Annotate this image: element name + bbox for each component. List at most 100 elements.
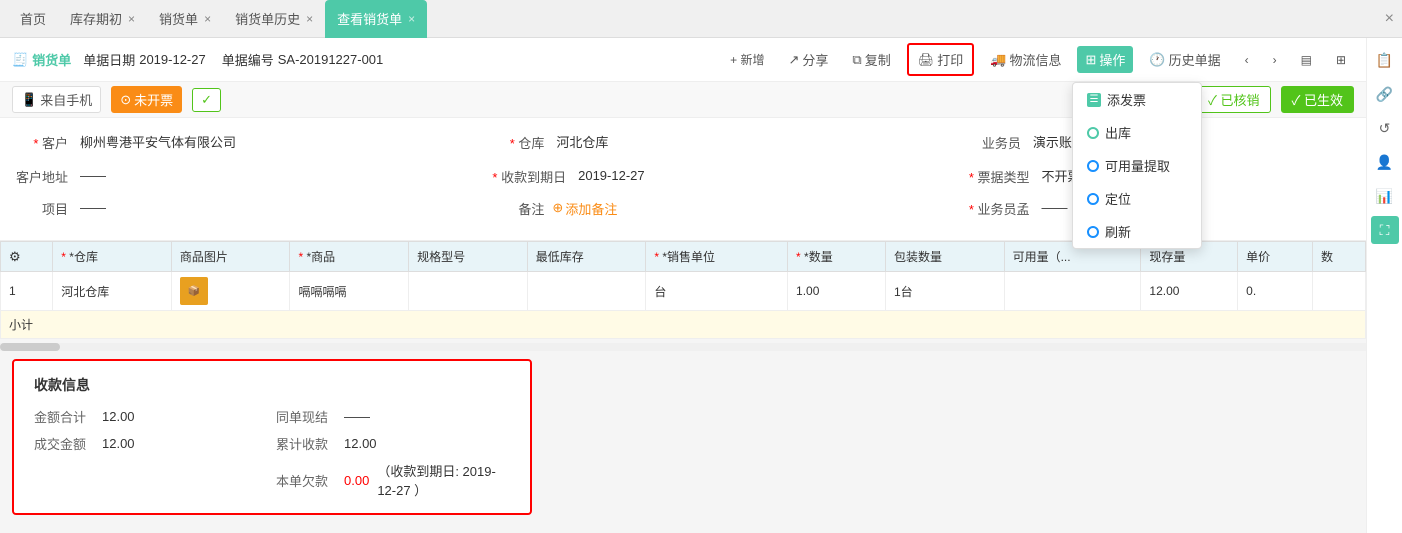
- row-pack-qty: 1台: [885, 272, 1004, 311]
- col-price: 单价: [1238, 242, 1313, 272]
- same-order-item: 同单现结 ——: [276, 407, 510, 426]
- col-spec: 规格型号: [409, 242, 528, 272]
- notes-label: 备注: [492, 199, 552, 218]
- horizontal-scrollbar[interactable]: [0, 343, 1366, 351]
- doc-type-label: 🧾 销货单: [12, 50, 71, 69]
- outbound-icon: [1087, 127, 1099, 139]
- doc-number-value: SA-20191227-001: [278, 52, 384, 67]
- share-button[interactable]: ↗ 分享: [781, 46, 837, 73]
- row-warehouse[interactable]: 河北仓库: [53, 272, 172, 311]
- payment-date-label: 收款到期日: [492, 167, 574, 186]
- warehouse-label: 仓库: [492, 133, 552, 152]
- subtotal-label: 小计: [1, 311, 1366, 339]
- window-close-button[interactable]: ×: [1385, 10, 1394, 28]
- right-icon-clipboard[interactable]: 📋: [1371, 46, 1399, 74]
- col-warehouse: *仓库: [53, 242, 172, 272]
- total-amount-label: 金额合计: [34, 407, 94, 426]
- right-icon-link[interactable]: 🔗: [1371, 80, 1399, 108]
- tab-view-sales[interactable]: 查看销货单 ×: [325, 0, 427, 38]
- layout1-button[interactable]: ▤: [1293, 49, 1320, 71]
- copy-button[interactable]: ⧉ 复制: [844, 46, 898, 73]
- print-button[interactable]: 🖨 打印: [910, 46, 972, 73]
- warehouse-value[interactable]: 河北仓库: [552, 130, 612, 154]
- transaction-amount-value: 12.00: [102, 436, 135, 451]
- dropdown-refresh[interactable]: 刷新: [1073, 215, 1201, 248]
- history-button[interactable]: 🕐 历史单据: [1141, 46, 1228, 73]
- layout2-button[interactable]: ⊞: [1328, 49, 1354, 71]
- staff-label: 业务员: [969, 133, 1029, 152]
- payment-grid: 金额合计 12.00 同单现结 —— 成交金额 12.00 累计收款 12.00…: [34, 407, 510, 499]
- due-date-note: （收款到期日: 2019-12-27 ）: [377, 461, 510, 499]
- col-gear[interactable]: ⚙: [1, 242, 53, 272]
- scroll-thumb[interactable]: [0, 343, 60, 351]
- next-button[interactable]: ›: [1265, 49, 1285, 71]
- right-icon-user[interactable]: 👤: [1371, 148, 1399, 176]
- row-min-stock: [527, 272, 646, 311]
- add-note-plus-icon: ⊕: [552, 200, 563, 216]
- close-history-tab[interactable]: ×: [306, 12, 313, 26]
- dropdown-add-invoice[interactable]: ☰ 添发票: [1073, 83, 1201, 116]
- col-unit: *销售单位: [646, 242, 788, 272]
- row-spec[interactable]: [409, 272, 528, 311]
- customer-group: 客户 柳州粤港平安气体有限公司: [16, 130, 492, 154]
- right-icon-expand[interactable]: ⛶: [1371, 216, 1399, 244]
- tab-inventory-init[interactable]: 库存期初 ×: [58, 0, 147, 38]
- dropdown-outbound[interactable]: 出库: [1073, 116, 1201, 149]
- row-qty[interactable]: 1.00: [788, 272, 886, 311]
- row-price[interactable]: 0.: [1238, 272, 1313, 311]
- tab-home[interactable]: 首页: [8, 0, 58, 38]
- tab-bar: 首页 库存期初 × 销货单 × 销货单历史 × 查看销货单 × ×: [0, 0, 1402, 38]
- print-icon: 🖨: [918, 52, 935, 68]
- copy-icon: ⧉: [852, 52, 861, 68]
- row-product[interactable]: 嗝嗝嗝嗝: [290, 272, 409, 311]
- mobile-icon: 📱: [21, 92, 37, 108]
- product-thumbnail: 📦: [180, 277, 208, 305]
- from-mobile-btn[interactable]: 📱 来自手机: [12, 86, 101, 113]
- doc-date-item: 单据日期 2019-12-27: [83, 50, 206, 69]
- payment-section: 收款信息 金额合计 12.00 同单现结 —— 成交金额 12.00 累计收款 …: [12, 359, 532, 515]
- prev-button[interactable]: ‹: [1237, 49, 1257, 71]
- close-view-sales-tab[interactable]: ×: [408, 12, 415, 26]
- table-area: ⚙ *仓库 商品图片 *商品 规格型号 最低库存 *销售单位 *数量 包装数量 …: [0, 241, 1366, 339]
- checked-btn[interactable]: ✓: [192, 88, 221, 112]
- customer-value[interactable]: 柳州粤港平安气体有限公司: [76, 130, 240, 154]
- close-inventory-tab[interactable]: ×: [128, 12, 135, 26]
- payment-date-value[interactable]: 2019-12-27: [574, 166, 649, 186]
- project-group: 项目 ——: [16, 198, 492, 218]
- right-icon-chart[interactable]: 📊: [1371, 182, 1399, 210]
- new-button[interactable]: + 新增: [722, 47, 772, 72]
- total-amount-item: 金额合计 12.00: [34, 407, 268, 426]
- refresh-icon: [1087, 226, 1099, 238]
- tab-sales-history[interactable]: 销货单历史 ×: [223, 0, 325, 38]
- col-min-stock: 最低库存: [527, 242, 646, 272]
- logistics-icon: 🚚: [990, 52, 1006, 68]
- gear-icon[interactable]: ⚙: [9, 249, 21, 264]
- col-product: *商品: [290, 242, 409, 272]
- operations-button[interactable]: ⊞ 操作: [1077, 46, 1133, 73]
- payment-date-group: 收款到期日 2019-12-27: [492, 166, 968, 186]
- row-current-stock: 12.00: [1141, 272, 1238, 311]
- dropdown-available-qty[interactable]: 可用量提取: [1073, 149, 1201, 182]
- already-cancelled-btn[interactable]: ✓ 已核销: [1197, 86, 1271, 113]
- locate-icon: [1087, 193, 1099, 205]
- salesperson-value: ——: [1038, 198, 1072, 218]
- address-label: 客户地址: [16, 167, 76, 186]
- tab-sales-order[interactable]: 销货单 ×: [147, 0, 223, 38]
- notes-group: 备注 ⊕ 添加备注: [492, 199, 968, 218]
- address-value: ——: [76, 166, 110, 186]
- dropdown-menu: ☰ 添发票 出库 可用量提取 定位 刷新: [1072, 82, 1202, 249]
- not-opened-btn[interactable]: ⊙ 未开票: [111, 86, 182, 113]
- available-qty-icon: [1087, 160, 1099, 172]
- row-unit[interactable]: 台: [646, 272, 788, 311]
- add-note-btn[interactable]: ⊕ 添加备注: [552, 199, 617, 218]
- right-icon-refresh[interactable]: ↺: [1371, 114, 1399, 142]
- already-effective-btn[interactable]: ✓ 已生效: [1281, 86, 1355, 113]
- not-opened-icon: ⊙: [120, 92, 131, 108]
- col-pack-qty: 包装数量: [885, 242, 1004, 272]
- close-sales-tab[interactable]: ×: [204, 12, 211, 26]
- total-amount-value: 12.00: [102, 409, 135, 424]
- cumulative-receipt-value: 12.00: [344, 436, 377, 451]
- logistics-button[interactable]: 🚚 物流信息: [982, 46, 1069, 73]
- check-icon: ✓: [201, 92, 212, 108]
- dropdown-locate[interactable]: 定位: [1073, 182, 1201, 215]
